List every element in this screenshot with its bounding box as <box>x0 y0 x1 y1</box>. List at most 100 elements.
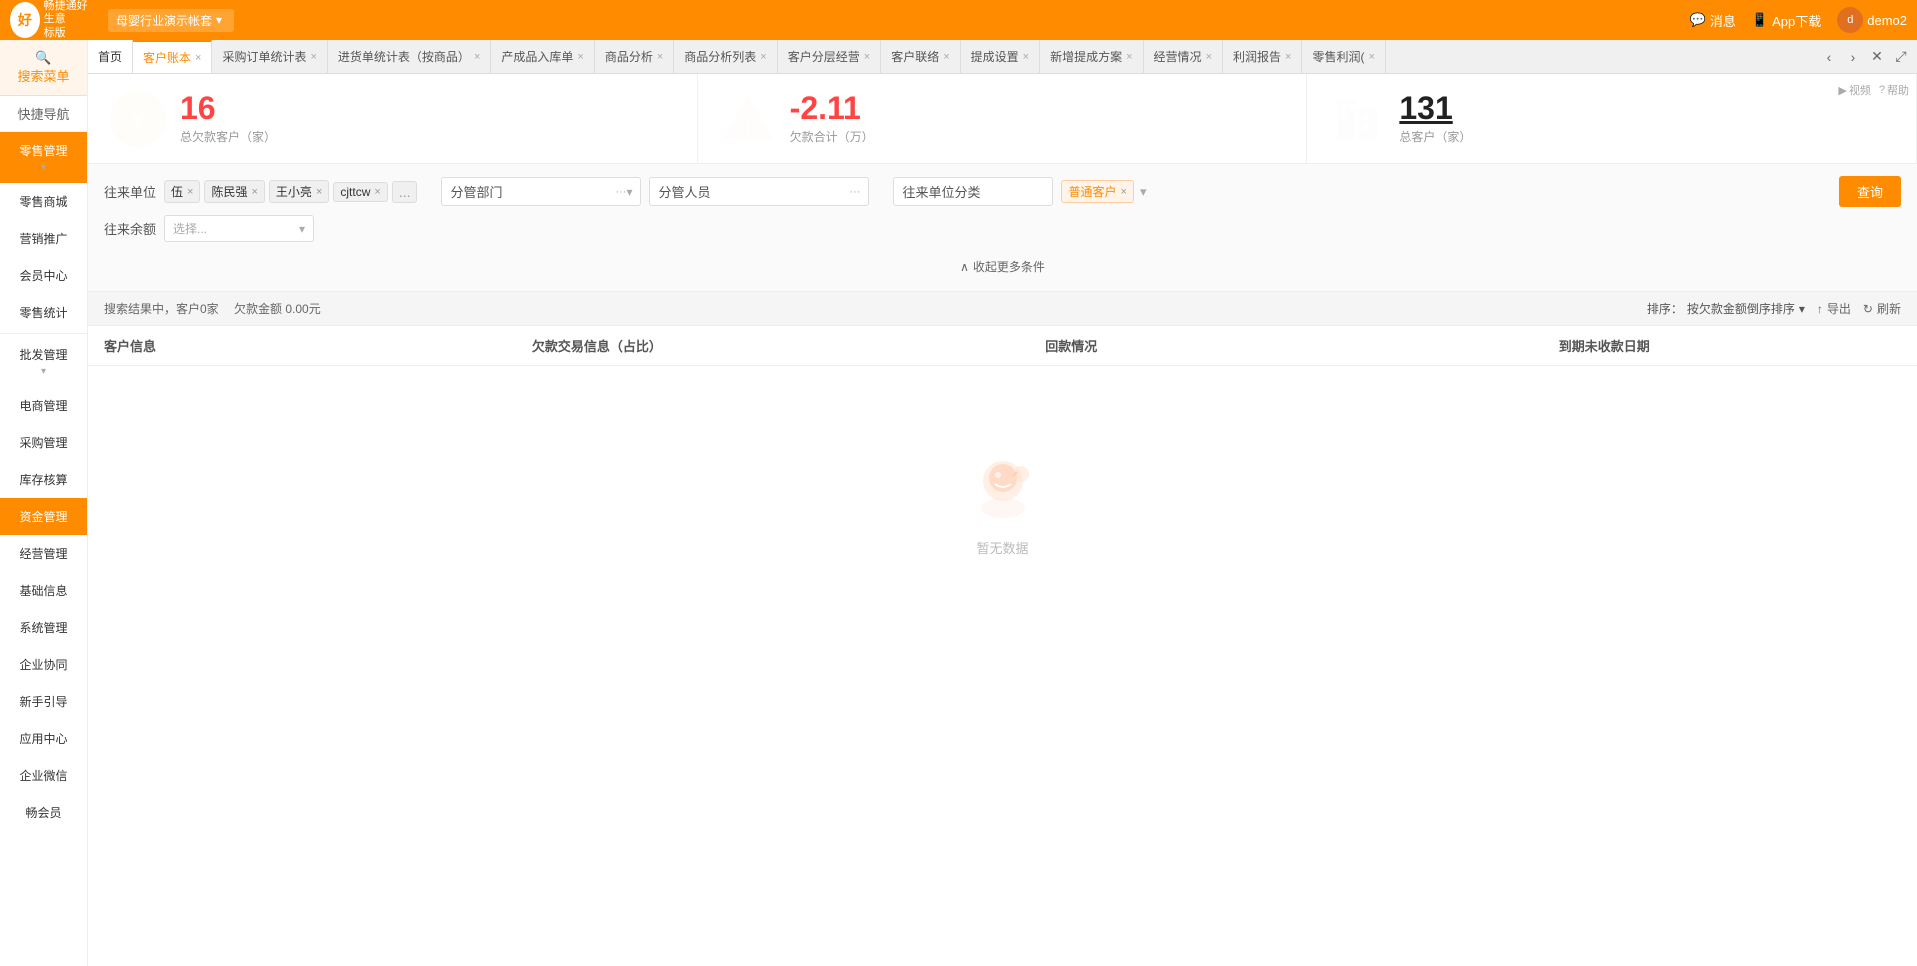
tab-scroll-left[interactable]: ‹ <box>1819 47 1839 67</box>
tab-customer-tier[interactable]: 客户分层经营 × <box>778 40 881 73</box>
account-selector[interactable]: 母婴行业演示帐套 ▾ <box>108 9 234 32</box>
video-help-button[interactable]: ▶ 视频 <box>1838 82 1870 98</box>
svg-text:¥: ¥ <box>130 106 145 133</box>
tab-product-stock[interactable]: 产成品入库单 × <box>491 40 594 73</box>
sidebar-item-purchase[interactable]: 采购管理 <box>0 424 87 461</box>
tab-close-promotion-setting[interactable]: × <box>1023 51 1029 63</box>
sidebar-item-batch[interactable]: 批发管理 ▾ <box>0 336 87 387</box>
unit-type-tags: 普通客户 × ▾ <box>1061 180 1146 203</box>
tab-customer-account[interactable]: 客户账本 × <box>133 40 212 73</box>
tab-operation-status[interactable]: 经营情况 × <box>1144 40 1223 73</box>
chevron-icon: ▾ <box>41 366 46 377</box>
tab-close-retail-profit[interactable]: × <box>1368 51 1374 63</box>
tab-goods-analysis-list[interactable]: 商品分析列表 × <box>674 40 777 73</box>
filter-row-unit: 往来单位 伍 × 陈民强 × 王小亮 <box>104 176 1901 207</box>
sidebar-item-system[interactable]: 系统管理 <box>0 609 87 646</box>
sidebar-item-retail[interactable]: 零售管理 ▾ <box>0 132 87 183</box>
stat-values-amount: -2.11 欠款合计（万） <box>790 92 874 145</box>
col-header-customer: 客户信息 <box>104 336 532 355</box>
tab-new-promotion[interactable]: 新增提成方案 × <box>1040 40 1143 73</box>
unit-type-tag-normal[interactable]: 普通客户 × <box>1061 180 1133 203</box>
sidebar-item-member[interactable]: 会员中心 <box>0 257 87 294</box>
sidebar-item-basic[interactable]: 基础信息 <box>0 572 87 609</box>
unit-tag-wu-close[interactable]: × <box>187 186 193 198</box>
tab-purchase-order[interactable]: 采购订单统计表 × <box>212 40 327 73</box>
collapse-button[interactable]: ∧ 收起更多条件 <box>956 254 1049 279</box>
unit-tag-chen-close[interactable]: × <box>251 186 257 198</box>
person-select[interactable]: 分管人员 ··· <box>649 177 869 206</box>
stats-bar: ¥ 16 总欠款客户（家） ! <box>88 74 1917 164</box>
refresh-button[interactable]: ↻ 刷新 <box>1863 300 1901 317</box>
unit-tag-more[interactable]: ... <box>392 181 418 203</box>
unit-type-tag-close[interactable]: × <box>1121 186 1127 198</box>
tab-close-purchase-order[interactable]: × <box>310 51 316 63</box>
quick-nav[interactable]: 快捷导航 <box>0 96 87 132</box>
tab-close-goods-analysis[interactable]: × <box>657 51 663 63</box>
unit-type-arrow[interactable]: ▾ <box>1140 184 1147 200</box>
sort-select[interactable]: 排序： 按欠款金额倒序排序 ▾ <box>1647 300 1805 317</box>
dept-select[interactable]: 分管部门 ··· ▾ <box>441 177 641 206</box>
sidebar-item-retail-stat[interactable]: 零售统计 <box>0 294 87 331</box>
sidebar-item-retail-mall[interactable]: 零售商城 <box>0 183 87 220</box>
unit-tag-wu[interactable]: 伍 × <box>164 180 200 203</box>
sidebar-item-inventory[interactable]: 库存核算 <box>0 461 87 498</box>
tab-close-customer-account[interactable]: × <box>195 52 201 64</box>
tab-promotion-setting[interactable]: 提成设置 × <box>961 40 1040 73</box>
tab-close-customer-contact[interactable]: × <box>943 51 949 63</box>
stat-total-debt-customers: ¥ 16 总欠款客户（家） <box>88 74 698 163</box>
tab-close-operation-status[interactable]: × <box>1206 51 1212 63</box>
tab-close-goods-analysis-list[interactable]: × <box>760 51 766 63</box>
sidebar-search[interactable]: 🔍 搜索菜单 <box>0 40 87 96</box>
tab-retail-profit[interactable]: 零售利润( × <box>1302 40 1385 73</box>
sidebar: 🔍 搜索菜单 快捷导航 零售管理 ▾ 零售商城 营销推广 会员中心 零售统计 <box>0 40 88 966</box>
tab-close-profit-report[interactable]: × <box>1285 51 1291 63</box>
app-download-button[interactable]: 📱 App下载 <box>1752 11 1821 30</box>
tab-close-product-stock[interactable]: × <box>577 51 583 63</box>
table-header: 客户信息 欠款交易信息（占比） 回款情况 到期未收款日期 <box>88 326 1917 366</box>
app-icon: 📱 <box>1752 12 1768 28</box>
unit-tag-chen[interactable]: 陈民强 × <box>204 180 264 203</box>
message-button[interactable]: 💬 消息 <box>1690 11 1736 30</box>
sidebar-item-finance[interactable]: 资金管理 <box>0 498 87 535</box>
tab-customer-contact[interactable]: 客户联络 × <box>881 40 960 73</box>
sidebar-item-ecommerce[interactable]: 电商管理 <box>0 387 87 424</box>
help-button[interactable]: ? 帮助 <box>1879 82 1909 98</box>
sort-arrow: ▾ <box>1799 302 1805 316</box>
user-menu[interactable]: d demo2 <box>1837 7 1907 33</box>
sidebar-item-newbie[interactable]: 新手引导 <box>0 683 87 720</box>
stat-label-amount: 欠款合计（万） <box>790 128 874 145</box>
tab-scroll-right[interactable]: › <box>1843 47 1863 67</box>
sidebar-item-enterprise[interactable]: 企业协同 <box>0 646 87 683</box>
tab-close-all[interactable]: ✕ <box>1867 47 1887 67</box>
divider <box>0 333 87 334</box>
tab-purchase-stat[interactable]: 进货单统计表（按商品） × <box>328 40 491 73</box>
search-results-bar: 搜索结果中，客户0家 欠款金额 0.00元 排序： 按欠款金额倒序排序 ▾ ↑ … <box>88 292 1917 326</box>
sidebar-item-appstore[interactable]: 应用中心 <box>0 720 87 757</box>
tab-maximize[interactable]: ⤢ <box>1891 47 1911 67</box>
stat-total-debt-amount: ! -2.11 欠款合计（万） <box>698 74 1308 163</box>
avatar: d <box>1837 7 1863 33</box>
sidebar-item-marketing[interactable]: 营销推广 <box>0 220 87 257</box>
query-button[interactable]: 查询 <box>1839 176 1901 207</box>
tab-profit-report[interactable]: 利润报告 × <box>1223 40 1302 73</box>
empty-text: 暂无数据 <box>976 538 1028 557</box>
content-area: 首页 客户账本 × 采购订单统计表 × 进货单统计表（按商品） × 产成品入库单… <box>88 40 1917 966</box>
unit-tag-wang[interactable]: 王小亮 × <box>269 180 329 203</box>
tab-close-purchase-stat[interactable]: × <box>474 51 480 63</box>
unit-tag-cj-close[interactable]: × <box>374 186 380 198</box>
export-button[interactable]: ↑ 导出 <box>1817 300 1851 317</box>
balance-select[interactable]: 选择... ▾ <box>164 215 314 242</box>
unit-tag-wang-close[interactable]: × <box>316 186 322 198</box>
tab-close-customer-tier[interactable]: × <box>864 51 870 63</box>
logo-icon: 好 <box>10 2 40 38</box>
stat-total-customers: 131 总客户（家） <box>1307 74 1917 163</box>
sidebar-item-vip[interactable]: 畅会员 <box>0 794 87 831</box>
tab-goods-analysis[interactable]: 商品分析 × <box>595 40 674 73</box>
result-actions: 排序： 按欠款金额倒序排序 ▾ ↑ 导出 ↻ 刷新 <box>1647 300 1901 317</box>
unit-tag-cj[interactable]: cjttcw × <box>333 182 387 202</box>
tab-close-new-promotion[interactable]: × <box>1126 51 1132 63</box>
tab-home[interactable]: 首页 <box>88 40 133 73</box>
sidebar-item-enterprise-wechat[interactable]: 企业微信 <box>0 757 87 794</box>
unit-filter-label: 往来单位 <box>104 182 156 201</box>
sidebar-item-operation[interactable]: 经营管理 <box>0 535 87 572</box>
